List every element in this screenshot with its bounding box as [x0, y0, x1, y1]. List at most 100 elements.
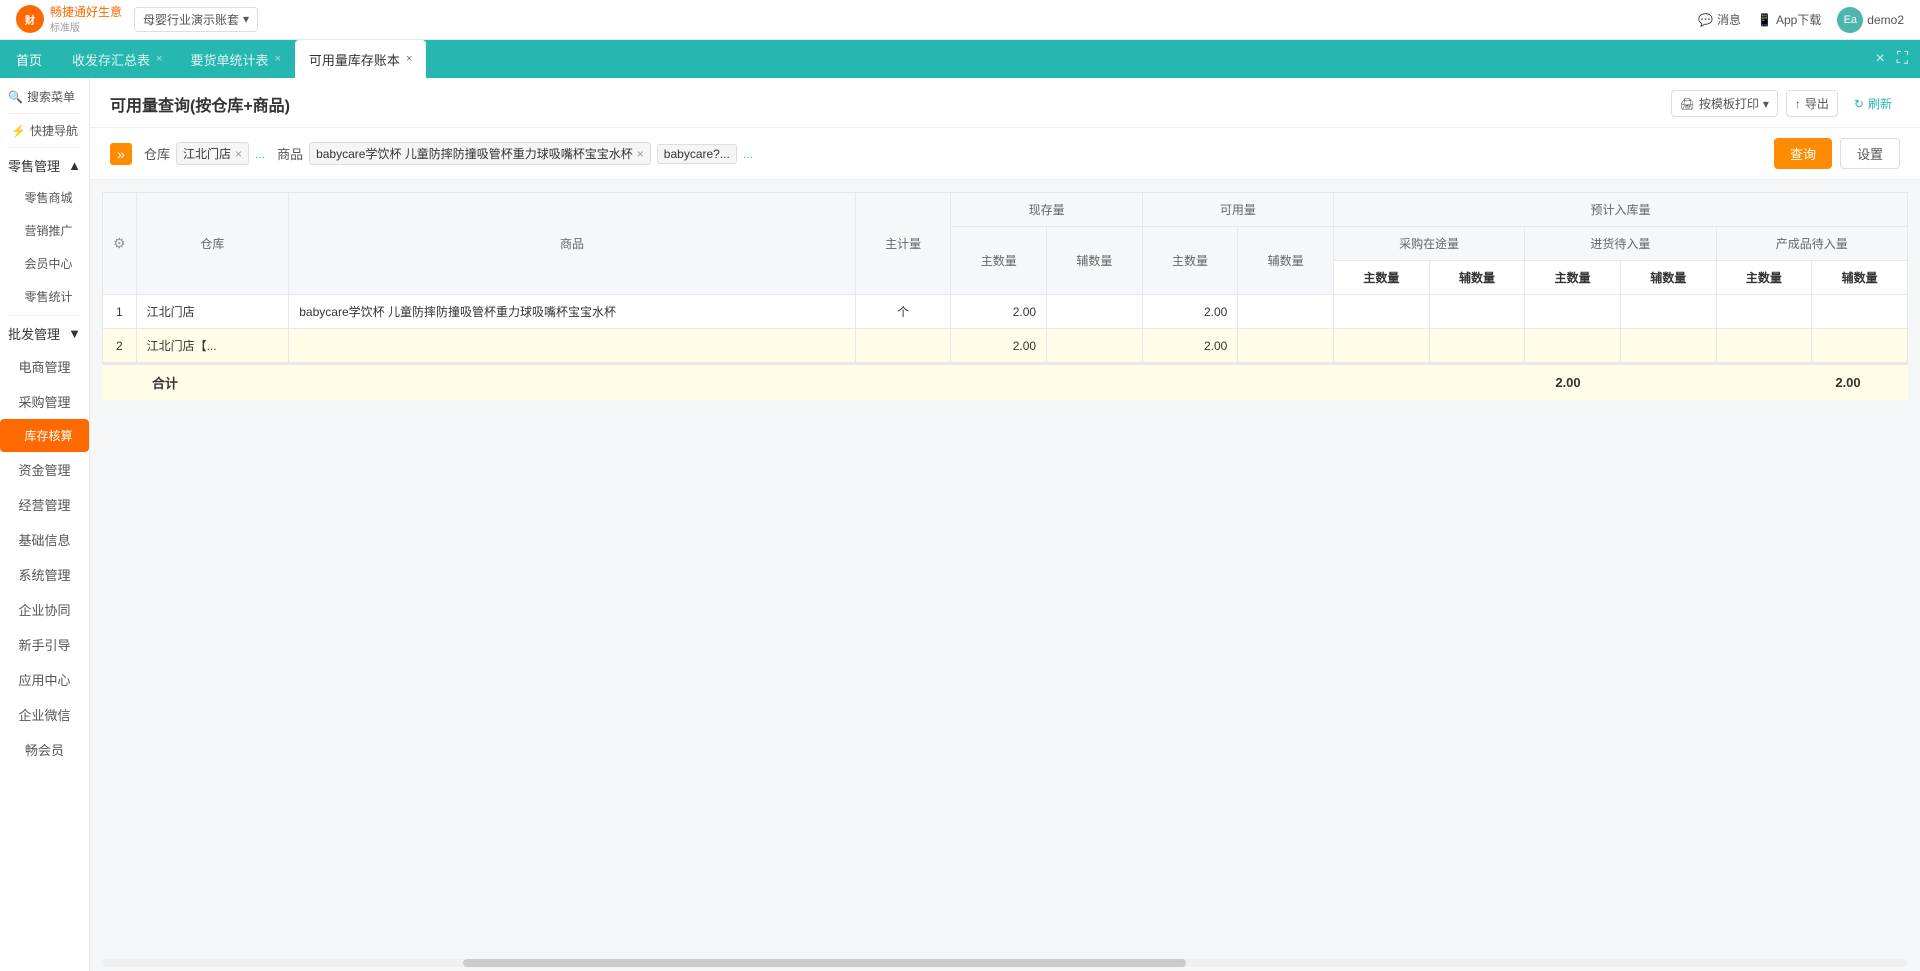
sidebar-item-newbie[interactable]: 新手引导: [0, 627, 89, 662]
chevron-up-icon: ▲: [68, 158, 81, 173]
row-inbound-main: [1525, 329, 1621, 363]
sidebar-quick-nav[interactable]: ⚡ 快捷导航: [0, 116, 89, 145]
row-avail-aux: [1238, 295, 1334, 329]
sidebar-item-enterprise[interactable]: 企业协同: [0, 592, 89, 627]
tab-order-stats[interactable]: 要货单统计表 ×: [176, 40, 294, 78]
warehouse-tag: 江北门店 ×: [176, 142, 249, 165]
tab-fullscreen[interactable]: ⛶: [1893, 50, 1912, 68]
goods-tag-2: babycare?...: [657, 144, 737, 164]
sidebar-item-member[interactable]: 会员中心: [0, 247, 89, 280]
product-pending-header: 产成品待入量: [1716, 227, 1907, 261]
warehouse-col-header: 仓库: [136, 193, 289, 295]
template-print-button[interactable]: 🖨 按模板打印 ▾: [1671, 90, 1778, 117]
refresh-button[interactable]: ↻ 刷新: [1846, 91, 1900, 116]
row-avail-main: 2.00: [1142, 329, 1238, 363]
inbound-pending-header: 进货待入量: [1525, 227, 1716, 261]
sidebar-item-wholesale[interactable]: 批发管理 ▼: [0, 318, 89, 349]
top-bar-right: 💬 消息 📱 App下载 Ea demo2: [1698, 7, 1904, 33]
filter-bar: » 仓库 江北门店 × ... 商品 babycare学饮杯 儿童防摔防撞吸管杯…: [90, 128, 1920, 180]
sidebar-search[interactable]: 🔍 搜索菜单: [0, 78, 89, 111]
inbound-main-header: 主数量: [1525, 261, 1621, 295]
inbound-aux-header: 辅数量: [1620, 261, 1716, 295]
chevron-down-icon: ▾: [1763, 97, 1769, 111]
purchase-main-header: 主数量: [1334, 261, 1430, 295]
logo-icon: 财: [16, 5, 44, 33]
row-goods: [289, 329, 856, 363]
sidebar-item-marketing[interactable]: 营销推广: [0, 214, 89, 247]
sidebar-item-finance[interactable]: 资金管理: [0, 452, 89, 487]
row-purchase-aux: [1429, 295, 1525, 329]
sidebar-item-ecommerce[interactable]: 电商管理: [0, 349, 89, 384]
tab-available-stock[interactable]: 可用量库存账本 ×: [295, 40, 426, 78]
table-scrollbar-thumb: [463, 959, 1185, 967]
main-layout: 🔍 搜索菜单 ⚡ 快捷导航 零售管理 ▲ 零售商城 营销推广 会员中心 零售统计…: [0, 78, 1920, 971]
print-icon: 🖨: [1680, 97, 1695, 111]
page-header: 可用量查询(按仓库+商品) 🖨 按模板打印 ▾ ↑ 导出 ↻ 刷新: [90, 78, 1920, 128]
sidebar-item-retail[interactable]: 零售管理 ▲: [0, 150, 89, 181]
row-unit: [855, 329, 951, 363]
filter-goods-field: 商品 babycare学饮杯 儿童防摔防撞吸管杯重力球吸嘴杯宝宝水杯 × bab…: [277, 142, 753, 165]
goods-remove-1[interactable]: ×: [637, 147, 644, 161]
footer-total: 合计 2.00 2.00: [102, 363, 1908, 400]
top-bar: 财 畅捷通好生意 标准版 母婴行业演示账套 ▾ 💬 消息 📱 App下载 Ea …: [0, 0, 1920, 40]
logo-area: 财 畅捷通好生意 标准版: [16, 5, 122, 34]
sidebar-item-retail-shop[interactable]: 零售商城: [0, 181, 89, 214]
stock-main-header: 主数量: [951, 227, 1047, 295]
table-scrollbar[interactable]: [102, 959, 1908, 967]
sidebar-item-app-center[interactable]: 应用中心: [0, 662, 89, 697]
warehouse-more[interactable]: ...: [255, 147, 265, 161]
query-button[interactable]: 查询: [1774, 138, 1832, 169]
row-goods: babycare学饮杯 儿童防摔防撞吸管杯重力球吸嘴杯宝宝水杯: [289, 295, 856, 329]
app-download-button[interactable]: 📱 App下载: [1757, 11, 1821, 28]
refresh-icon: ↻: [1854, 97, 1864, 111]
sidebar-item-enterprise-wechat[interactable]: 企业微信: [0, 697, 89, 732]
tab-bar-end: × ⛶: [1871, 50, 1920, 68]
row-purchase-main: [1334, 329, 1430, 363]
tab-home[interactable]: 首页: [0, 50, 58, 69]
row-product-main: [1716, 295, 1812, 329]
total-avail-main: 2.00: [1808, 375, 1888, 390]
sidebar-item-system[interactable]: 系统管理: [0, 557, 89, 592]
tab-receipt-summary[interactable]: 收发存汇总表 ×: [58, 40, 176, 78]
sidebar-item-inventory[interactable]: 库存核算: [0, 419, 89, 452]
sidebar-item-operations[interactable]: 经营管理: [0, 487, 89, 522]
message-button[interactable]: 💬 消息: [1698, 11, 1741, 28]
sidebar-item-basic[interactable]: 基础信息: [0, 522, 89, 557]
sidebar-item-member2[interactable]: 畅会员: [0, 732, 89, 767]
total-stock-main: 2.00: [1528, 375, 1608, 390]
avatar: Ea: [1837, 7, 1863, 33]
sidebar-item-purchase[interactable]: 采购管理: [0, 384, 89, 419]
product-aux-header: 辅数量: [1812, 261, 1908, 295]
row-stock-main: 2.00: [951, 329, 1047, 363]
goods-col-header: 商品: [289, 193, 856, 295]
row-inbound-aux: [1620, 295, 1716, 329]
sidebar-item-retail-stats[interactable]: 零售统计: [0, 280, 89, 313]
warehouse-label: 仓库: [144, 144, 170, 163]
logo-text: 畅捷通好生意: [50, 5, 122, 19]
tab-close-order[interactable]: ×: [274, 53, 280, 65]
setting-button[interactable]: 设置: [1840, 138, 1900, 169]
divider-2: [8, 147, 81, 148]
table-row: 1 江北门店 babycare学饮杯 儿童防摔防撞吸管杯重力球吸嘴杯宝宝水杯 个…: [103, 295, 1908, 329]
filter-warehouse-field: 仓库 江北门店 × ...: [144, 142, 265, 165]
row-seq: 2: [103, 329, 137, 363]
settings-icon[interactable]: ⚙: [113, 235, 126, 251]
filter-toggle-button[interactable]: »: [110, 143, 132, 165]
chevron-down-icon: ▼: [68, 326, 81, 341]
tab-close-receipt[interactable]: ×: [156, 53, 162, 65]
unit-col-header: 主计量: [855, 193, 951, 295]
row-stock-main: 2.00: [951, 295, 1047, 329]
tab-close-all[interactable]: ×: [1871, 50, 1888, 68]
content-area: 可用量查询(按仓库+商品) 🖨 按模板打印 ▾ ↑ 导出 ↻ 刷新 »: [90, 78, 1920, 971]
tab-close-available[interactable]: ×: [406, 53, 412, 65]
row-stock-aux: [1047, 295, 1143, 329]
warehouse-remove[interactable]: ×: [235, 147, 242, 161]
row-inbound-aux: [1620, 329, 1716, 363]
row-seq: 1: [103, 295, 137, 329]
row-avail-main: 2.00: [1142, 295, 1238, 329]
app-icon: 📱: [1757, 13, 1772, 27]
goods-more[interactable]: ...: [743, 147, 753, 161]
export-button[interactable]: ↑ 导出: [1786, 90, 1838, 117]
industry-select[interactable]: 母婴行业演示账套 ▾: [134, 7, 258, 32]
user-menu[interactable]: Ea demo2: [1837, 7, 1904, 33]
